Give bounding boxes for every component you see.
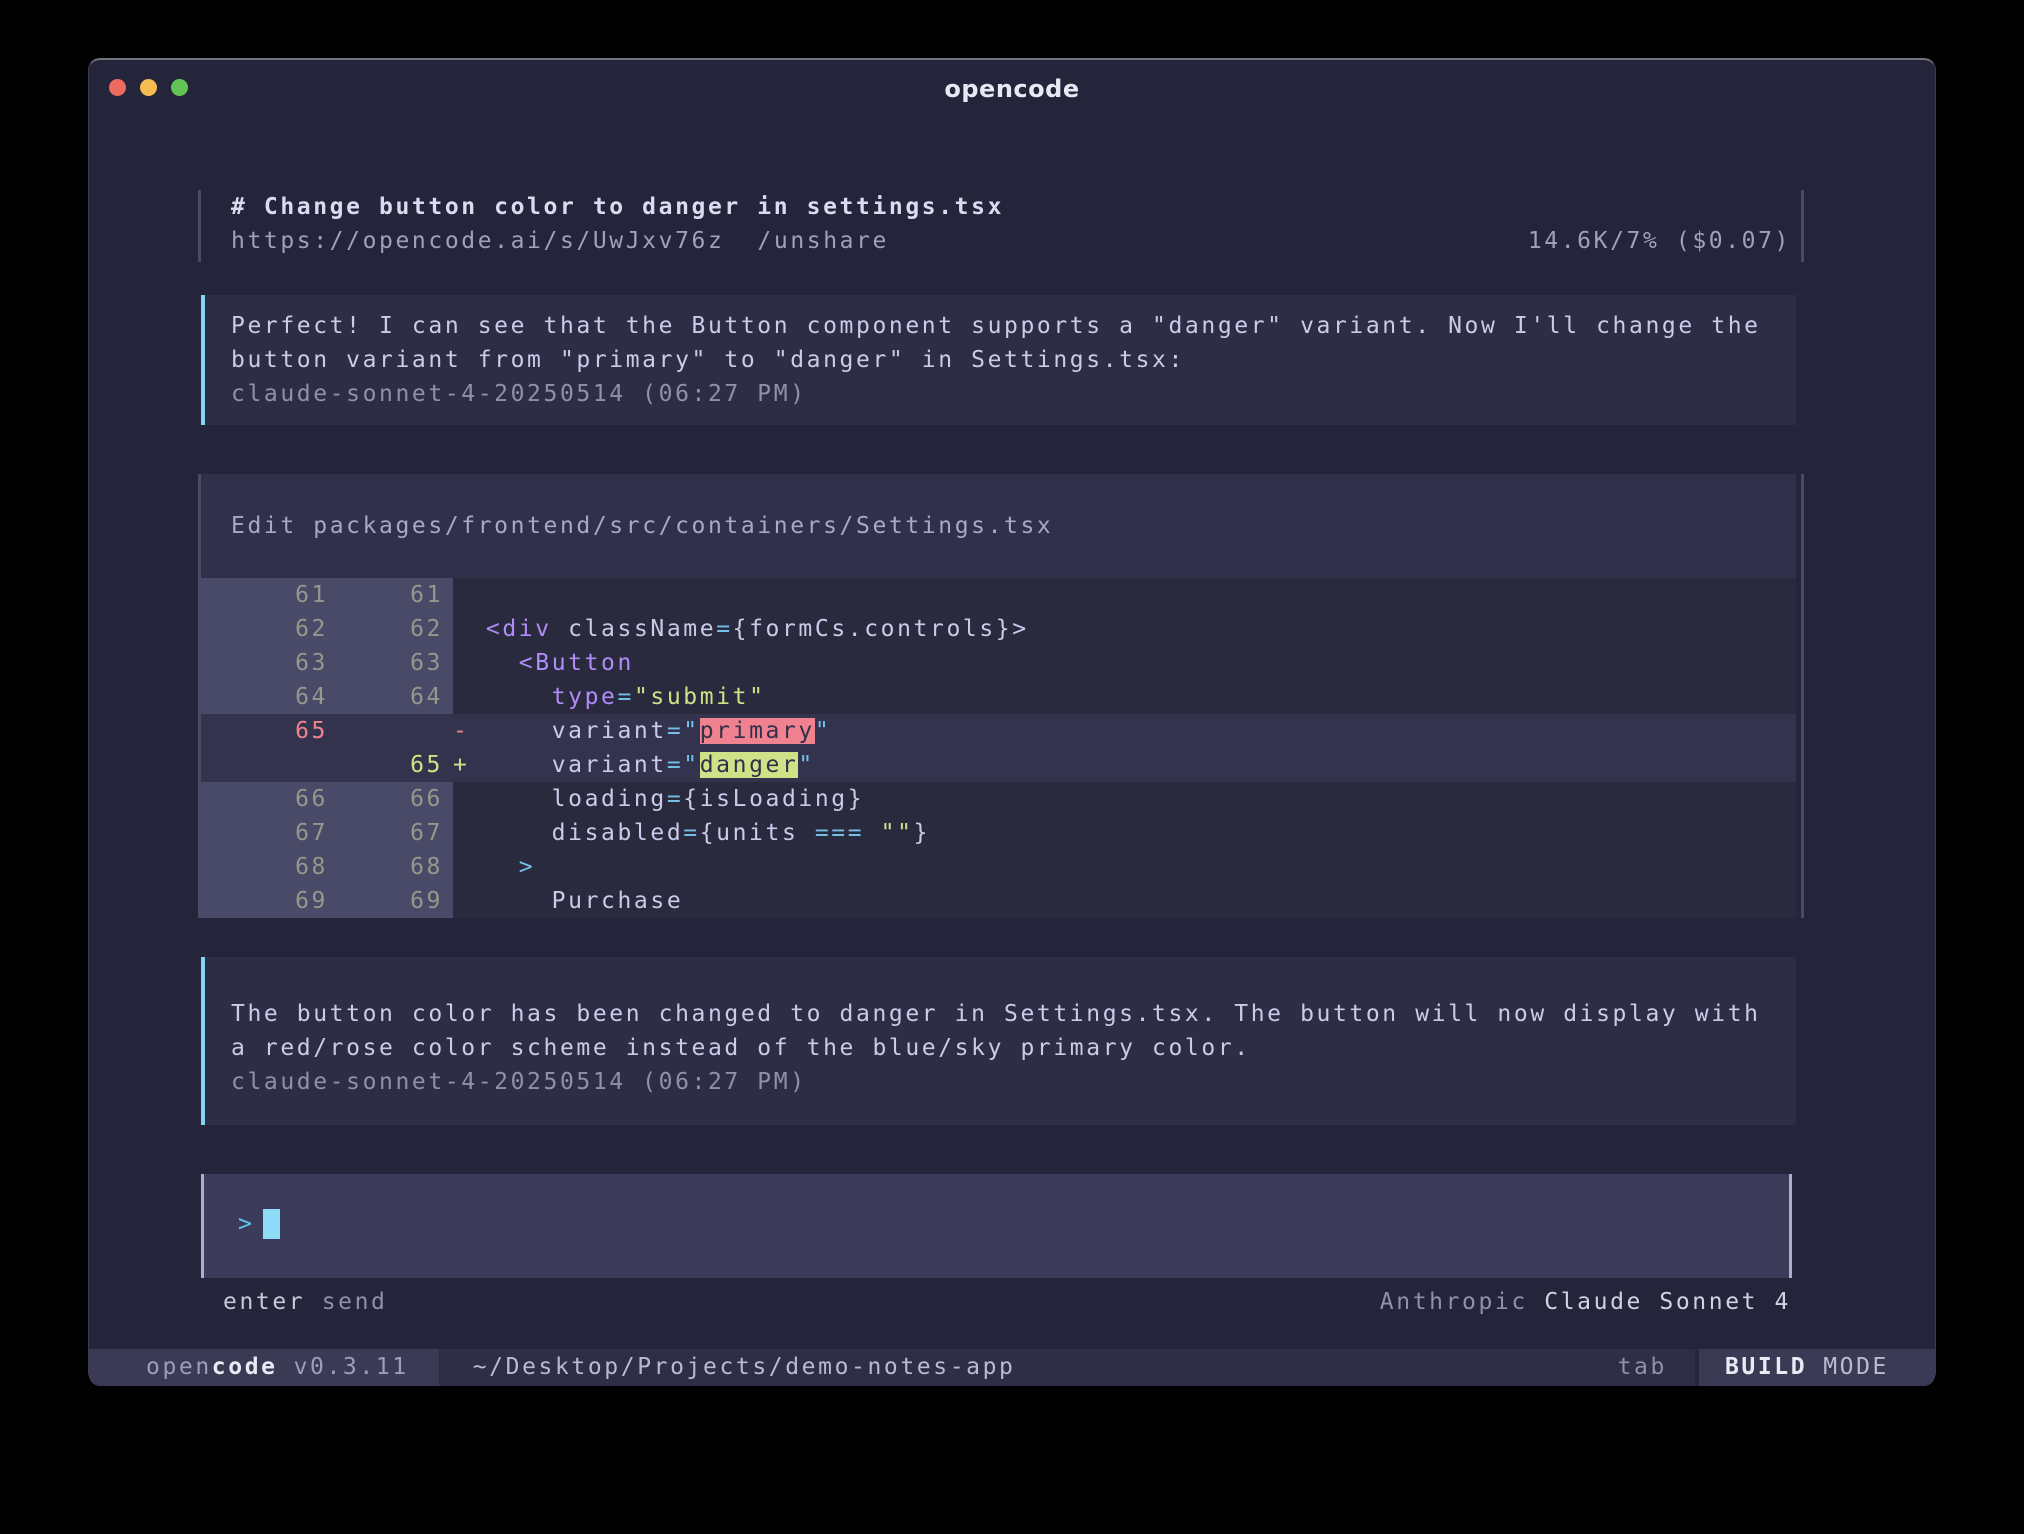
mode-secondary: MODE xyxy=(1823,1354,1889,1380)
diff-row: 6464 type="submit" xyxy=(201,680,1796,714)
diff-code-line: <Button xyxy=(453,646,634,680)
diff-rows: 61616262 <div className={formCs.controls… xyxy=(201,578,1796,918)
titlebar: opencode xyxy=(89,60,1935,114)
old-line-number: 66 xyxy=(201,782,328,816)
message-meta: claude-sonnet-4-20250514 (06:27 PM) xyxy=(231,1065,1770,1099)
new-line-number: 61 xyxy=(328,578,443,612)
window-title: opencode xyxy=(89,60,1935,114)
unshare-action[interactable]: /unshare xyxy=(757,224,889,258)
new-line-number: 64 xyxy=(328,680,443,714)
panel-right-rule xyxy=(1801,474,1804,918)
session-title: # Change button color to danger in setti… xyxy=(231,190,1791,224)
diff-row: 6666 loading={isLoading} xyxy=(201,782,1796,816)
brand-suffix: code xyxy=(212,1354,278,1380)
app-version-chip: opencode v0.3.11 xyxy=(89,1349,439,1386)
tab-key-hint: tab xyxy=(1590,1349,1695,1386)
new-line-number: 63 xyxy=(328,646,443,680)
message-text: a red/rose color scheme instead of the b… xyxy=(231,1031,1770,1065)
assistant-message: Perfect! I can see that the Button compo… xyxy=(201,295,1796,425)
desktop: { "titlebar": { "title": "opencode" }, "… xyxy=(0,0,2024,1534)
diff-code-line: disabled={units === ""} xyxy=(453,816,930,850)
old-line-number xyxy=(201,748,328,782)
app-version: v0.3.11 xyxy=(294,1354,409,1380)
session-header: # Change button color to danger in setti… xyxy=(231,190,1791,262)
old-line-number: 65 xyxy=(201,714,328,748)
old-line-number: 64 xyxy=(201,680,328,714)
edit-tool-header: Edit packages/frontend/src/containers/Se… xyxy=(201,474,1796,578)
diff-code-line: <div className={formCs.controls}> xyxy=(453,612,1029,646)
tool-name: Edit xyxy=(231,513,297,539)
header-right-rule xyxy=(1801,190,1804,262)
mode-primary: BUILD xyxy=(1725,1354,1807,1380)
prompt-line: > xyxy=(238,1207,280,1241)
old-line-number: 62 xyxy=(201,612,328,646)
mode-toggle[interactable]: BUILD MODE xyxy=(1699,1349,1935,1386)
status-bar: opencode v0.3.11 ~/Desktop/Projects/demo-… xyxy=(89,1349,1935,1386)
diff-row: 65 + variant="danger" xyxy=(201,748,1796,782)
send-hint: send xyxy=(322,1289,388,1315)
diff-code-line: Purchase xyxy=(453,884,683,918)
message-text: The button color has been changed to dan… xyxy=(231,997,1770,1031)
message-meta: claude-sonnet-4-20250514 (06:27 PM) xyxy=(231,377,1770,411)
enter-key-hint: enter xyxy=(223,1289,305,1315)
message-text: button variant from "primary" to "danger… xyxy=(231,343,1770,377)
message-text: Perfect! I can see that the Button compo… xyxy=(231,309,1770,343)
edited-file-path: packages/frontend/src/containers/Setting… xyxy=(313,513,1053,539)
old-line-number: 67 xyxy=(201,816,328,850)
diff-code-line: + variant="danger" xyxy=(453,748,815,782)
new-line-number: 62 xyxy=(328,612,443,646)
diff-code-line: loading={isLoading} xyxy=(453,782,864,816)
old-line-number: 69 xyxy=(201,884,328,918)
input-right-rule xyxy=(1789,1174,1792,1278)
provider-label: Anthropic xyxy=(1380,1289,1544,1315)
prompt-input[interactable] xyxy=(204,1174,1789,1278)
brand-prefix: open xyxy=(146,1354,212,1380)
diff-row: 6969 Purchase xyxy=(201,884,1796,918)
share-url-link[interactable]: https://opencode.ai/s/UwJxv76z xyxy=(231,224,724,258)
model-indicator: Anthropic Claude Sonnet 4 xyxy=(1380,1285,1791,1319)
working-directory: ~/Desktop/Projects/demo-notes-app xyxy=(473,1349,1016,1386)
new-line-number: 65 xyxy=(328,748,443,782)
old-line-number: 68 xyxy=(201,850,328,884)
opencode-window: opencode # Change button color to danger… xyxy=(88,58,1936,1384)
diff-row: 6161 xyxy=(201,578,1796,612)
model-name: Claude Sonnet 4 xyxy=(1544,1289,1791,1315)
token-usage: 14.6K/7% ($0.07) xyxy=(1528,224,1791,258)
header-left-rule xyxy=(198,190,201,262)
hints-row: enter send Anthropic Claude Sonnet 4 xyxy=(223,1285,1791,1319)
text-cursor xyxy=(263,1209,280,1239)
edit-tool-panel: Edit packages/frontend/src/containers/Se… xyxy=(201,474,1796,918)
diff-code-line: - variant="primary" xyxy=(453,714,831,748)
diff-row: 6363 <Button xyxy=(201,646,1796,680)
prompt-symbol: > xyxy=(238,1207,254,1241)
new-line-number xyxy=(328,714,443,748)
diff-row: 65 - variant="primary" xyxy=(201,714,1796,748)
new-line-number: 66 xyxy=(328,782,443,816)
diff-code-line: type="submit" xyxy=(453,680,766,714)
old-line-number: 63 xyxy=(201,646,328,680)
diff-row: 6767 disabled={units === ""} xyxy=(201,816,1796,850)
diff-row: 6262 <div className={formCs.controls}> xyxy=(201,612,1796,646)
new-line-number: 68 xyxy=(328,850,443,884)
diff-code-line: > xyxy=(453,850,535,884)
old-line-number: 61 xyxy=(201,578,328,612)
new-line-number: 67 xyxy=(328,816,443,850)
assistant-message: The button color has been changed to dan… xyxy=(201,957,1796,1125)
new-line-number: 69 xyxy=(328,884,443,918)
diff-row: 6868 > xyxy=(201,850,1796,884)
